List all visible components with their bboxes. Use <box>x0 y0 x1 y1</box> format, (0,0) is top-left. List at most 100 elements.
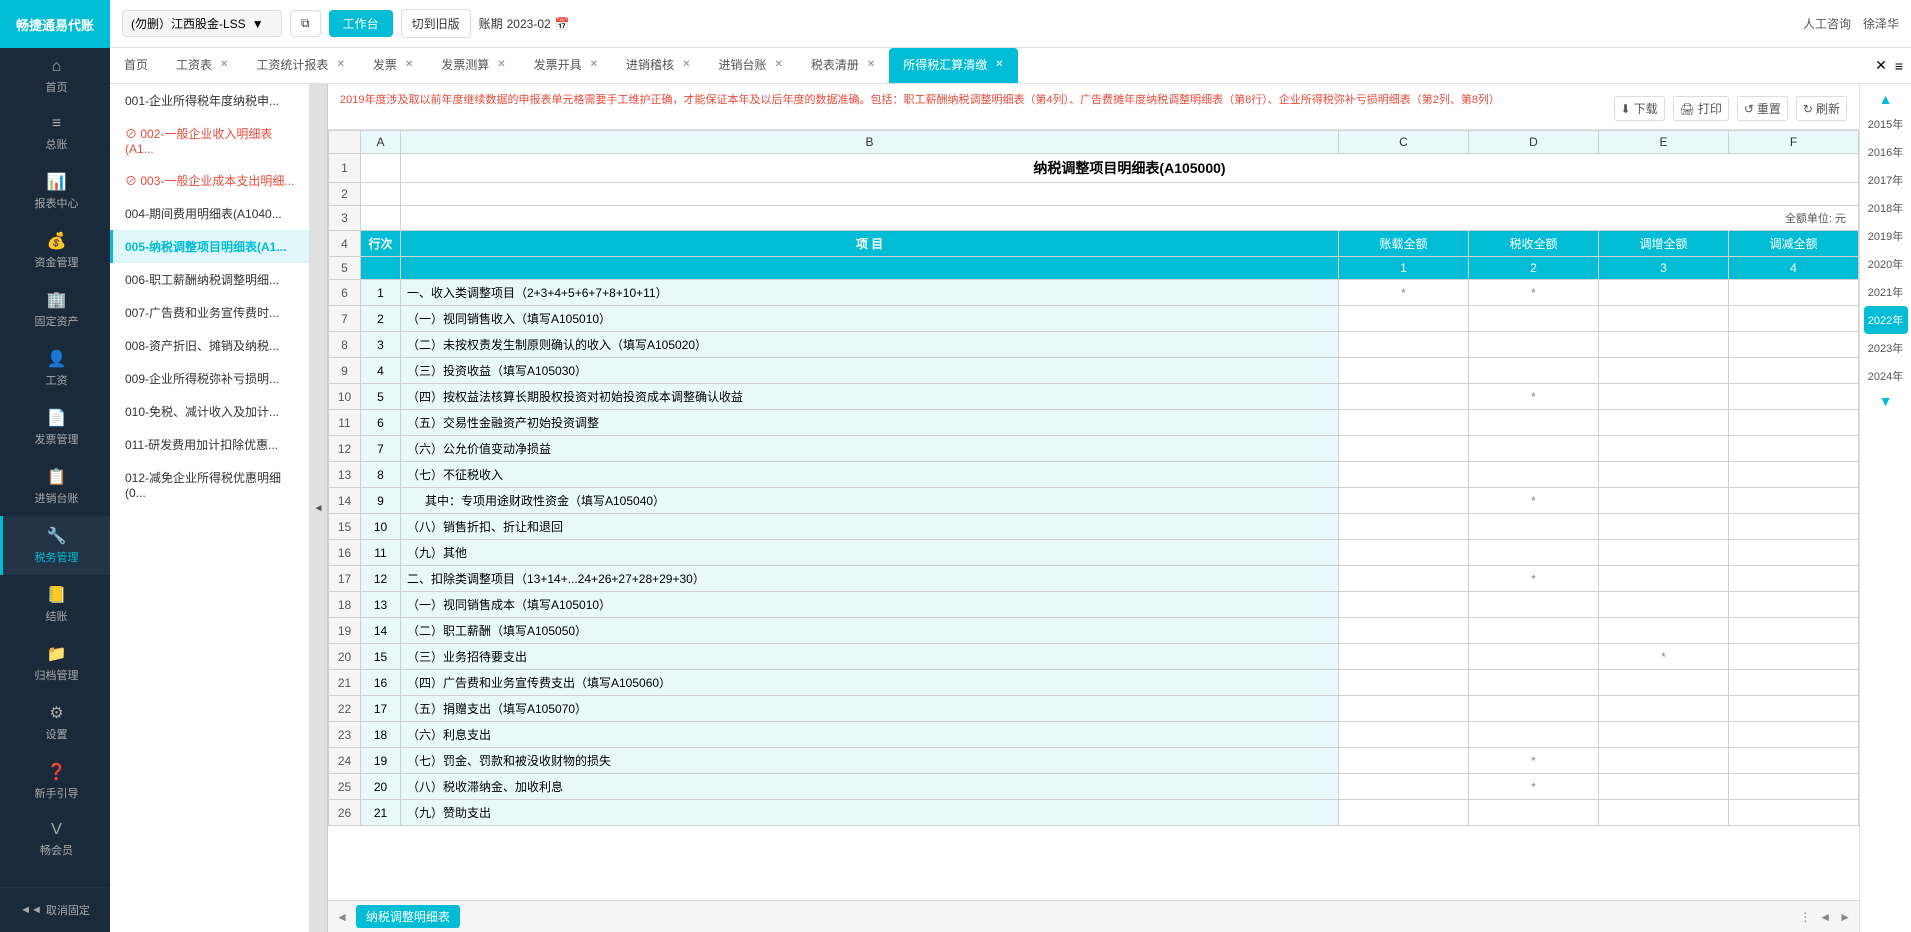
cell-data[interactable] <box>1339 748 1469 774</box>
sidebar-item-settings[interactable]: ⚙ 设置 <box>0 693 110 752</box>
tab-invoice-open[interactable]: 发票开具 ✕ <box>520 48 612 83</box>
tab-close-icon[interactable]: ✕ <box>220 59 228 70</box>
cell-data[interactable] <box>1729 722 1859 748</box>
cell-data[interactable] <box>1339 332 1469 358</box>
year-item-2016[interactable]: 2016年 <box>1864 138 1908 166</box>
sidebar-item-archive[interactable]: 📁 归档管理 <box>0 634 110 693</box>
cell-data[interactable] <box>1729 696 1859 722</box>
cell-hang[interactable]: 4 <box>361 358 401 384</box>
cell-data[interactable] <box>1339 462 1469 488</box>
cell-data[interactable] <box>1599 280 1729 306</box>
cell-item[interactable]: （五）交易性金融资产初始投资调整 <box>401 410 1339 436</box>
sidebar-item-guide[interactable]: ❓ 新手引导 <box>0 752 110 811</box>
cell-data[interactable] <box>1729 280 1859 306</box>
cell-item[interactable]: （二）未按权责发生制原则确认的收入（填写A105020） <box>401 332 1339 358</box>
tab-tax-list[interactable]: 税表清册 ✕ <box>797 48 889 83</box>
cell-data[interactable] <box>1339 800 1469 826</box>
cell-hang[interactable]: 10 <box>361 514 401 540</box>
cell-data[interactable] <box>1469 410 1599 436</box>
left-item-004[interactable]: 004-期间费用明细表(A1040... <box>110 197 309 230</box>
left-item-012[interactable]: 012-减免企业所得税优惠明细(0... <box>110 461 309 508</box>
cell-item[interactable]: 其中：专项用途财政性资金（填写A105040） <box>401 488 1339 514</box>
collapse-toggle[interactable]: ◄ <box>310 84 328 932</box>
tab-payroll[interactable]: 工资表 ✕ <box>162 48 242 83</box>
cell-data[interactable] <box>1339 566 1469 592</box>
download-button[interactable]: ⬇ 下载 <box>1614 96 1665 121</box>
cell-data[interactable] <box>1339 592 1469 618</box>
cell-data[interactable] <box>1729 800 1859 826</box>
cell-hang[interactable]: 3 <box>361 332 401 358</box>
left-item-005[interactable]: 005-纳税调整项目明细表(A1... <box>110 230 309 263</box>
year-item-2018[interactable]: 2018年 <box>1864 194 1908 222</box>
calendar-icon[interactable]: 📅 <box>555 17 570 31</box>
cell-data[interactable] <box>1339 540 1469 566</box>
workspace-button[interactable]: 工作台 <box>329 10 393 37</box>
cell-data[interactable] <box>1469 332 1599 358</box>
cell-data[interactable] <box>1729 384 1859 410</box>
cell-item[interactable]: 一、收入类调整项目（2+3+4+5+6+7+8+10+11） <box>401 280 1339 306</box>
cell-hang[interactable]: 2 <box>361 306 401 332</box>
cell-data[interactable] <box>1729 358 1859 384</box>
cell-data[interactable] <box>1729 774 1859 800</box>
cell-data[interactable] <box>1599 332 1729 358</box>
scroll-left-icon[interactable]: ◄ <box>336 910 348 924</box>
tab-inout-check[interactable]: 进销稽核 ✕ <box>612 48 704 83</box>
tab-payroll-report[interactable]: 工资统计报表 ✕ <box>242 48 358 83</box>
cell-item[interactable]: （一）视同销售收入（填写A105010） <box>401 306 1339 332</box>
cell-data[interactable] <box>1469 670 1599 696</box>
cell-data[interactable]: * <box>1469 774 1599 800</box>
cell-data[interactable] <box>1599 722 1729 748</box>
cell-data[interactable] <box>1729 618 1859 644</box>
sidebar-item-inout[interactable]: 📋 进销台账 <box>0 457 110 516</box>
cell-hang[interactable]: 17 <box>361 696 401 722</box>
year-item-2022[interactable]: 2022年 <box>1864 306 1908 334</box>
cell-hang[interactable]: 12 <box>361 566 401 592</box>
cell-data[interactable] <box>1339 644 1469 670</box>
cell-hang[interactable]: 20 <box>361 774 401 800</box>
cell-hang[interactable]: 13 <box>361 592 401 618</box>
cell-data[interactable] <box>1599 774 1729 800</box>
left-item-003[interactable]: 003-一般企业成本支出明细... <box>110 164 309 197</box>
cell-hang[interactable]: 6 <box>361 410 401 436</box>
cell-data[interactable] <box>1599 514 1729 540</box>
cell-hang[interactable]: 11 <box>361 540 401 566</box>
tab-close-icon[interactable]: ✕ <box>336 59 344 70</box>
cell-item[interactable]: （七）不征税收入 <box>401 462 1339 488</box>
cell-data[interactable] <box>1599 618 1729 644</box>
pin-button[interactable]: ◄◄ 取消固定 <box>8 896 102 924</box>
consultant-link[interactable]: 人工咨询 <box>1803 15 1851 32</box>
cell-data[interactable] <box>1599 462 1729 488</box>
cell-data[interactable] <box>1599 748 1729 774</box>
cell-item[interactable]: （二）职工薪酬（填写A105050） <box>401 618 1339 644</box>
cell-data[interactable] <box>1469 696 1599 722</box>
cell-data[interactable] <box>1729 566 1859 592</box>
cell[interactable] <box>361 183 401 206</box>
tab-inout-ledger[interactable]: 进销台账 ✕ <box>704 48 796 83</box>
tab-close-icon[interactable]: ✕ <box>995 59 1003 70</box>
year-item-2024[interactable]: 2024年 <box>1864 362 1908 390</box>
cell-hang[interactable]: 21 <box>361 800 401 826</box>
left-item-002[interactable]: 002-一般企业收入明细表(A1... <box>110 117 309 164</box>
cell-hang[interactable]: 18 <box>361 722 401 748</box>
year-item-2021[interactable]: 2021年 <box>1864 278 1908 306</box>
cell-data[interactable] <box>1599 306 1729 332</box>
cell-data[interactable] <box>1469 514 1599 540</box>
cell-data[interactable] <box>1339 358 1469 384</box>
spreadsheet-wrapper[interactable]: A B C D E F 1 纳税调整项目明细表(A1 <box>328 130 1859 900</box>
cell-item[interactable]: （九）赞助支出 <box>401 800 1339 826</box>
cell-data[interactable] <box>1339 696 1469 722</box>
left-item-009[interactable]: 009-企业所得税弥补亏损明... <box>110 362 309 395</box>
close-all-icon[interactable]: ✕ <box>1875 57 1887 74</box>
refresh-button[interactable]: ↻ 刷新 <box>1796 96 1847 121</box>
tab-close-icon[interactable]: ✕ <box>405 59 413 70</box>
cell-data[interactable] <box>1599 410 1729 436</box>
scroll-left-nav[interactable]: ◄ <box>1819 910 1831 924</box>
cell-data[interactable] <box>1599 540 1729 566</box>
cell-data[interactable] <box>1599 592 1729 618</box>
tab-close-icon[interactable]: ✕ <box>774 59 782 70</box>
cell-data[interactable]: * <box>1469 280 1599 306</box>
sidebar-item-report[interactable]: 📊 报表中心 <box>0 162 110 221</box>
year-nav-up[interactable]: ▲ <box>1876 88 1896 110</box>
cell-data[interactable] <box>1339 618 1469 644</box>
left-item-010[interactable]: 010-免税、减计收入及加计... <box>110 395 309 428</box>
